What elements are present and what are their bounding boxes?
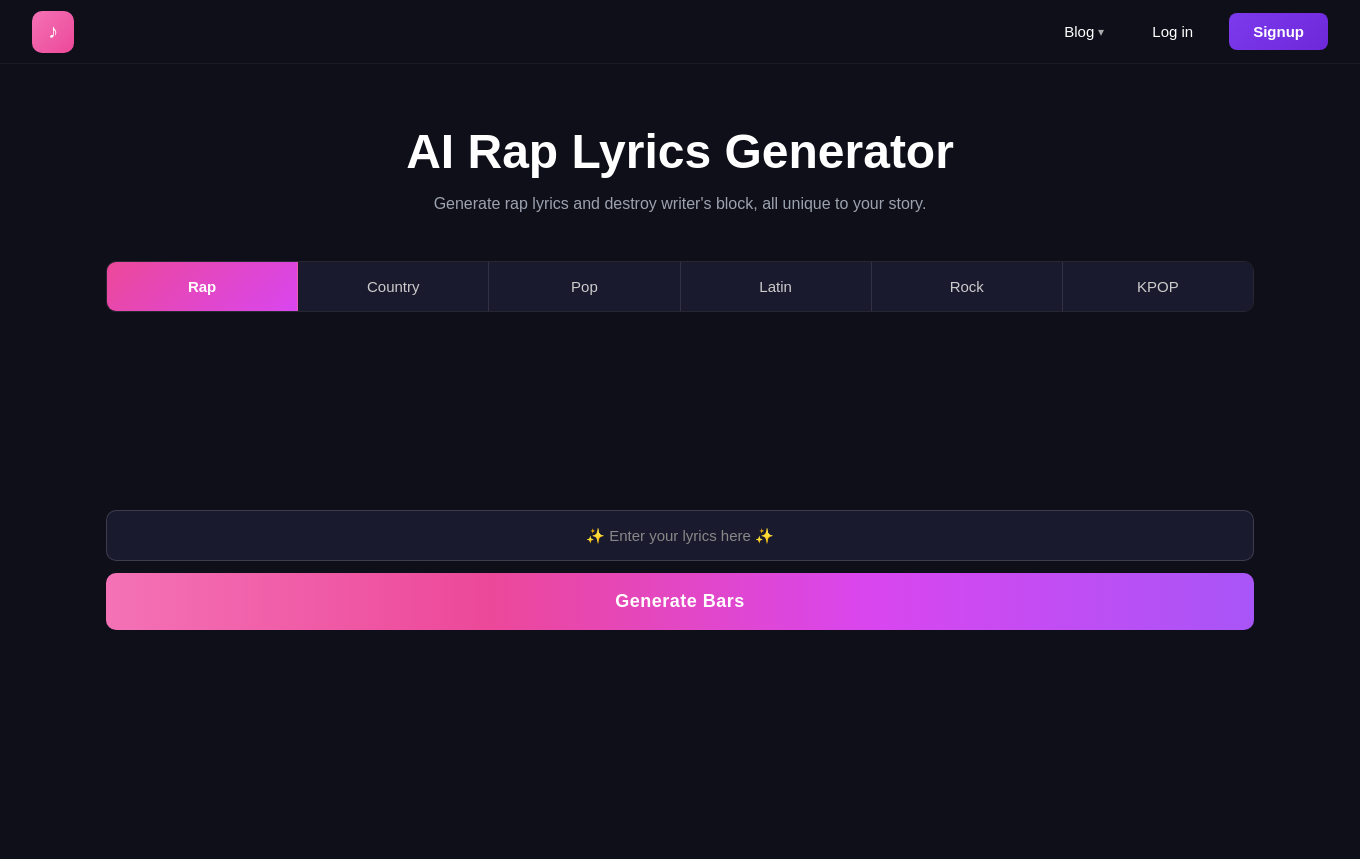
tab-country[interactable]: Country: [298, 262, 489, 311]
tab-rock[interactable]: Rock: [872, 262, 1063, 311]
chevron-down-icon: ▾: [1098, 25, 1104, 39]
main-content: AI Rap Lyrics Generator Generate rap lyr…: [0, 64, 1360, 670]
logo-icon: ♪: [32, 11, 74, 53]
logo[interactable]: ♪: [32, 11, 74, 53]
nav-right: Blog ▾ Log in Signup: [1052, 13, 1328, 50]
content-area: [106, 360, 1254, 510]
page-title: AI Rap Lyrics Generator: [406, 124, 954, 179]
login-button[interactable]: Log in: [1132, 15, 1213, 48]
blog-button[interactable]: Blog ▾: [1052, 15, 1116, 48]
tab-kpop[interactable]: KPOP: [1063, 262, 1253, 311]
generate-bars-button[interactable]: Generate Bars: [106, 573, 1254, 630]
tab-latin[interactable]: Latin: [681, 262, 872, 311]
blog-label: Blog: [1064, 23, 1094, 40]
genre-tabs: Rap Country Pop Latin Rock KPOP: [106, 261, 1254, 312]
page-subtitle: Generate rap lyrics and destroy writer's…: [434, 195, 927, 213]
lyrics-input-container: [106, 510, 1254, 561]
lyrics-input[interactable]: [106, 510, 1254, 561]
signup-button[interactable]: Signup: [1229, 13, 1328, 50]
tab-pop[interactable]: Pop: [489, 262, 680, 311]
tab-rap[interactable]: Rap: [107, 262, 298, 311]
navbar: ♪ Blog ▾ Log in Signup: [0, 0, 1360, 64]
